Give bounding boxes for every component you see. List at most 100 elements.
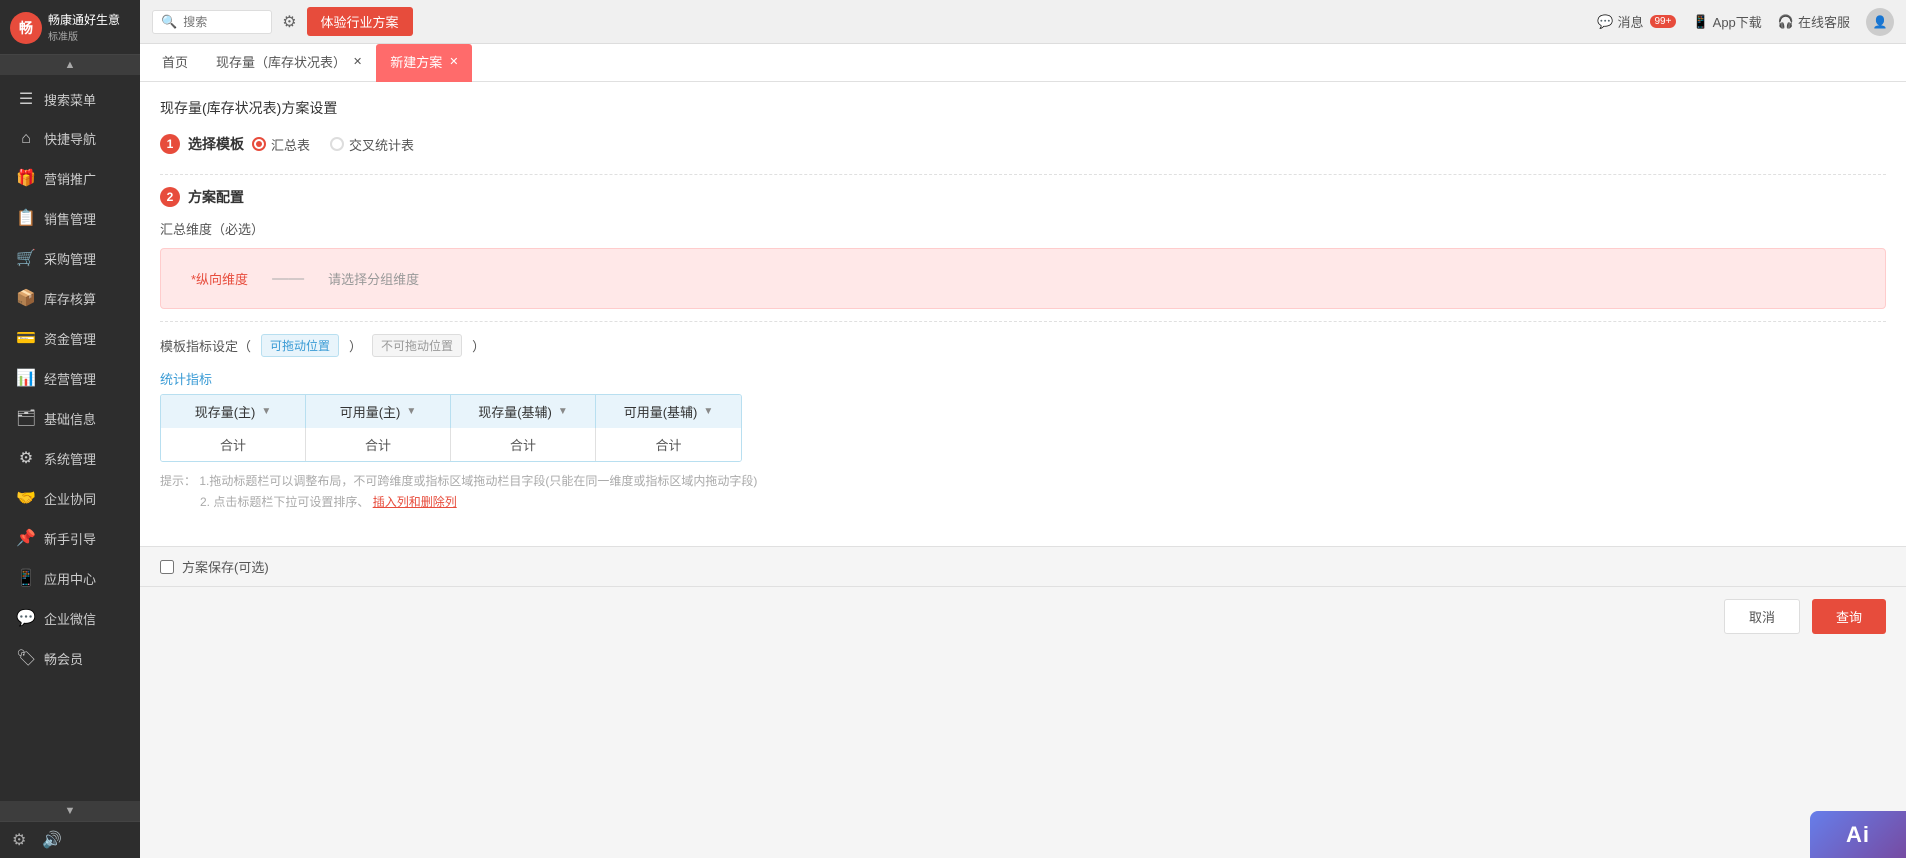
sidebar-item-enterprise[interactable]: 🤝 企业协同 (0, 478, 140, 518)
trial-btn[interactable]: 体验行业方案 (307, 7, 413, 36)
stats-col-header-4[interactable]: 可用量(基辅) ▼ (596, 395, 741, 428)
sales-icon: 📋 (16, 208, 36, 228)
member-icon: 🏷 (16, 648, 36, 668)
chevron-down-icon-2: ▼ (406, 406, 416, 417)
settings-icon[interactable]: ⚙ (12, 830, 26, 850)
indicator-settings-label: 模板指标设定（ (160, 336, 251, 355)
sidebar-item-sales[interactable]: 📋 销售管理 (0, 198, 140, 238)
section-choose-template: 1 选择模板 汇总表 交叉统计表 (160, 134, 1886, 154)
scroll-up-btn[interactable]: ▲ (0, 55, 140, 75)
tab-inventory-status-close[interactable]: ✕ (353, 55, 362, 68)
logo-icon: 畅 (10, 12, 42, 44)
tab-home-label: 首页 (162, 52, 188, 71)
sidebar-item-wechat[interactable]: 💬 企业微信 (0, 598, 140, 638)
hint-row-1: 提示： 1.拖动标题栏可以调整布局，不可跨维度或指标区域拖动栏目字段(只能在同一… (160, 472, 1886, 489)
dimension-select-area[interactable]: *纵向维度 —— 请选择分组维度 (160, 248, 1886, 309)
main-area: 🔍 ⚙ 体验行业方案 💬 消息 99+ 📱 App下载 🎧 在线客服 👤 (140, 0, 1906, 858)
divider2 (160, 321, 1886, 322)
sidebar-logo: 畅 畅康通好生意 标准版 (0, 0, 140, 55)
save-area: 方案保存(可选) (140, 546, 1906, 586)
sidebar-item-operations[interactable]: 📊 经营管理 (0, 358, 140, 398)
messages-item[interactable]: 💬 消息 99+ (1597, 12, 1676, 31)
dim-label: *纵向维度 (191, 269, 248, 288)
stats-col-header-2[interactable]: 可用量(主) ▼ (306, 395, 451, 428)
finance-icon: 💳 (16, 328, 36, 348)
template-radio-group: 汇总表 交叉统计表 (252, 135, 414, 154)
sidebar-item-inventory[interactable]: 📦 库存核算 (0, 278, 140, 318)
online-support-item[interactable]: 🎧 在线客服 (1778, 12, 1850, 31)
sidebar-item-purchase[interactable]: 🛒 采购管理 (0, 238, 140, 278)
tab-new-plan-close[interactable]: ✕ (449, 55, 458, 68)
sidebar-item-label: 企业协同 (44, 489, 96, 508)
stats-col-label-4: 可用量(基辅) (624, 402, 698, 421)
stats-col-sub-3: 合计 (510, 435, 536, 454)
scroll-down-btn[interactable]: ▼ (0, 801, 140, 821)
hint2-link[interactable]: 插入列和删除列 (373, 495, 457, 509)
stats-col-body-4: 合计 (596, 428, 741, 461)
hint2-prefix: 2. 点击标题栏下拉可设置排序、 (200, 495, 369, 509)
page-title: 现存量(库存状况表)方案设置 (160, 98, 1886, 118)
draggable-badge: 可拖动位置 (261, 334, 339, 357)
app-name: 畅康通好生意 (48, 13, 120, 29)
stats-table: 现存量(主) ▼ 可用量(主) ▼ 现存量(基辅) ▼ (160, 394, 742, 462)
purchase-icon: 🛒 (16, 248, 36, 268)
search-icon: 🔍 (161, 14, 177, 30)
sidebar-item-newbie[interactable]: 📌 新手引导 (0, 518, 140, 558)
radio-summary-dot (252, 137, 266, 151)
sidebar-nav: ☰ 搜索菜单 ⌂ 快捷导航 🎁 营销推广 📋 销售管理 🛒 采购管理 📦 库存核… (0, 75, 140, 801)
settings-gear-icon[interactable]: ⚙ (282, 12, 296, 32)
content-area: 现存量(库存状况表)方案设置 1 选择模板 汇总表 交叉统计表 (140, 82, 1906, 858)
stats-col-sub-1: 合计 (220, 435, 246, 454)
hint-row-2: 2. 点击标题栏下拉可设置排序、 插入列和删除列 (160, 493, 1886, 510)
sys-mgmt-icon: ⚙ (16, 448, 36, 468)
sidebar-item-label: 企业微信 (44, 609, 96, 628)
topbar: 🔍 ⚙ 体验行业方案 💬 消息 99+ 📱 App下载 🎧 在线客服 👤 (140, 0, 1906, 44)
save-checkbox[interactable] (160, 560, 174, 574)
sidebar-item-search-menu[interactable]: ☰ 搜索菜单 (0, 79, 140, 119)
indicator-settings-sep: ） (349, 336, 362, 355)
tab-new-plan-label: 新建方案 (390, 52, 442, 71)
section1-num: 1 (160, 134, 180, 154)
search-box[interactable]: 🔍 (152, 10, 272, 34)
stats-col-header-3[interactable]: 现存量(基辅) ▼ (451, 395, 596, 428)
stats-col-sub-4: 合计 (655, 435, 681, 454)
sidebar-item-app-center[interactable]: 📱 应用中心 (0, 558, 140, 598)
sidebar-item-label: 经营管理 (44, 369, 96, 388)
sidebar-item-sys-mgmt[interactable]: ⚙ 系统管理 (0, 438, 140, 478)
section1-title: 选择模板 (188, 134, 244, 154)
online-support-label: 在线客服 (1798, 12, 1850, 31)
stats-section-label: 统计指标 (160, 369, 1886, 388)
sidebar-item-label: 畅会员 (44, 649, 83, 668)
speaker-icon[interactable]: 🔊 (42, 830, 62, 850)
sidebar-item-marketing[interactable]: 🎁 营销推广 (0, 158, 140, 198)
sidebar-item-quick-nav[interactable]: ⌂ 快捷导航 (0, 119, 140, 158)
sidebar-item-member[interactable]: 🏷 畅会员 (0, 638, 140, 678)
search-input[interactable] (183, 15, 263, 29)
radio-crosstab[interactable]: 交叉统计表 (330, 135, 414, 154)
quick-nav-icon: ⌂ (16, 130, 36, 148)
radio-summary[interactable]: 汇总表 (252, 135, 310, 154)
hints-area: 提示： 1.拖动标题栏可以调整布局，不可跨维度或指标区域拖动栏目字段(只能在同一… (160, 472, 1886, 510)
chevron-down-icon-3: ▼ (558, 406, 568, 417)
app-download-label: App下载 (1713, 12, 1762, 31)
tab-new-plan[interactable]: 新建方案 ✕ (376, 44, 472, 82)
wechat-icon: 💬 (16, 608, 36, 628)
sidebar-item-finance[interactable]: 💳 资金管理 (0, 318, 140, 358)
sidebar: 畅 畅康通好生意 标准版 ▲ ☰ 搜索菜单 ⌂ 快捷导航 🎁 营销推广 📋 销售… (0, 0, 140, 858)
tab-home[interactable]: 首页 (148, 44, 202, 82)
sidebar-bottom: ⚙ 🔊 (0, 821, 140, 858)
cancel-button[interactable]: 取消 (1724, 599, 1800, 634)
dim-separator: —— (272, 270, 304, 288)
query-button[interactable]: 查询 (1812, 599, 1886, 634)
sidebar-item-label: 搜索菜单 (44, 90, 96, 109)
operations-icon: 📊 (16, 368, 36, 388)
section2-num: 2 (160, 187, 180, 207)
sidebar-item-basic-info[interactable]: 🗂 基础信息 (0, 398, 140, 438)
stats-col-body-2: 合计 (306, 428, 451, 461)
tab-inventory-status[interactable]: 现存量（库存状况表） ✕ (202, 44, 376, 82)
stats-table-body: 合计 合计 合计 合计 (161, 428, 741, 461)
section-plan-config: 2 方案配置 汇总维度（必选） *纵向维度 —— 请选择分组维度 模板指标设定（… (160, 187, 1886, 510)
ai-badge[interactable]: Ai (1810, 811, 1906, 858)
stats-col-header-1[interactable]: 现存量(主) ▼ (161, 395, 306, 428)
app-download-item[interactable]: 📱 App下载 (1692, 12, 1761, 31)
